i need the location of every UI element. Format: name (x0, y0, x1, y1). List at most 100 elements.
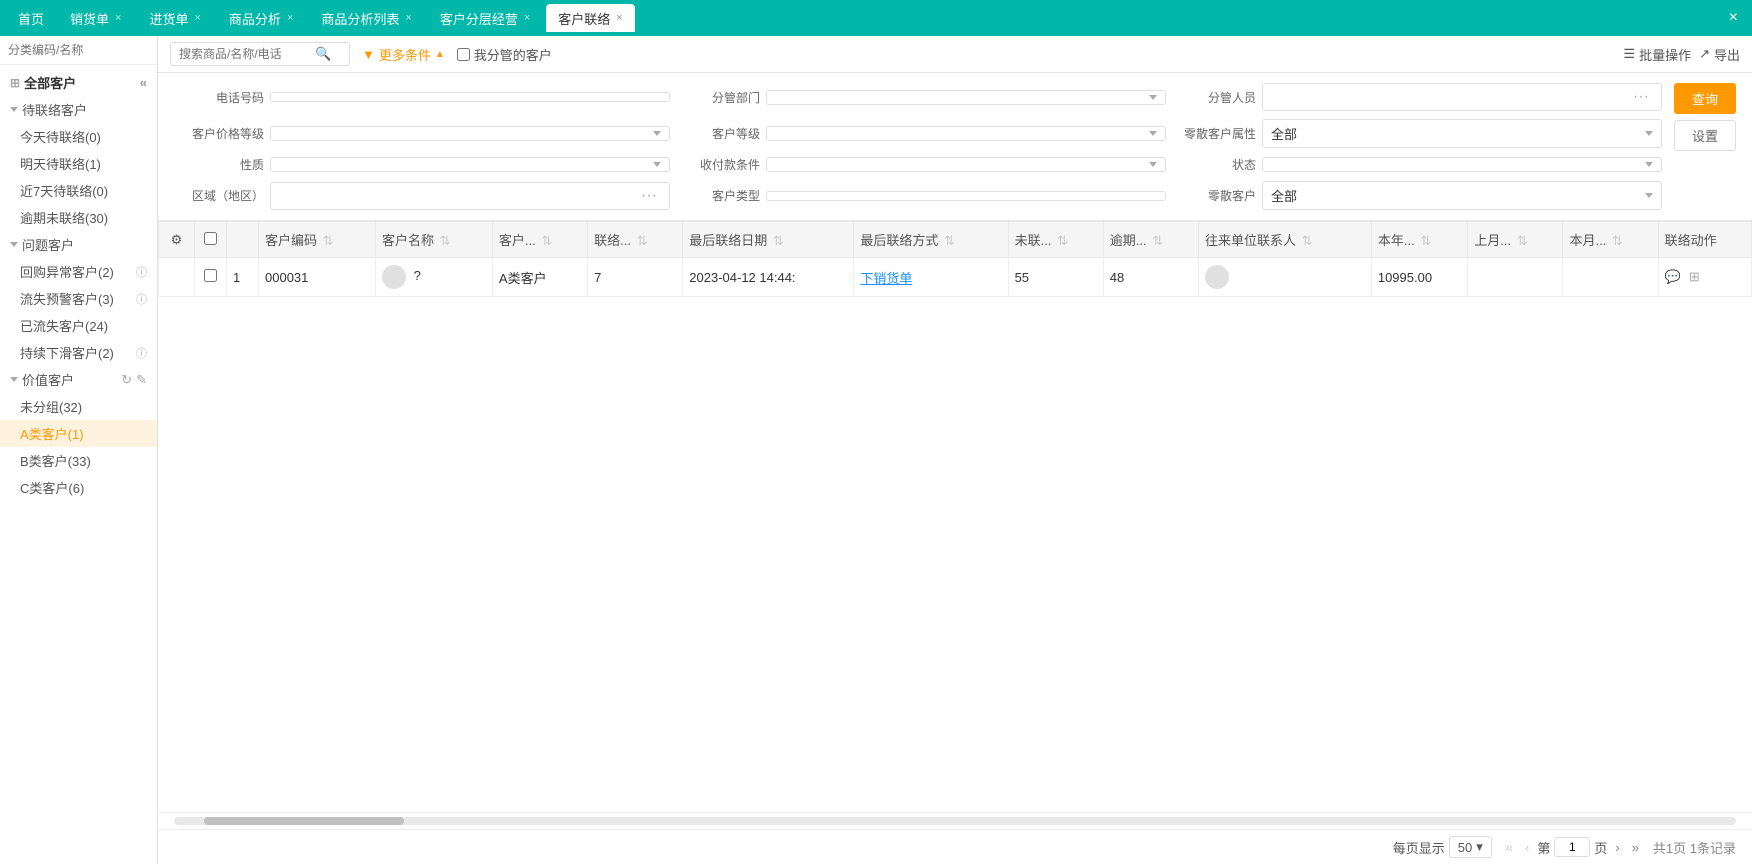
sidebar-section-problem[interactable]: 问题客户 (0, 231, 157, 258)
horizontal-scrollbar[interactable] (174, 817, 1736, 825)
more-filters-btn[interactable]: ▼ 更多条件 ▲ (362, 45, 445, 64)
sidebar-collapse-icon[interactable]: « (140, 75, 147, 90)
filter-search-input[interactable] (179, 47, 309, 61)
col-contact[interactable]: 联络... ⇅ (588, 222, 683, 258)
last-contact-method-link[interactable]: 下销货单 (860, 271, 912, 286)
first-page-btn[interactable]: « (1502, 838, 1517, 857)
more-action-icon[interactable]: ⊞ (1689, 269, 1700, 285)
sidebar-item-class-b[interactable]: B类客户(33) (0, 447, 157, 474)
tab-goods-analysis-list[interactable]: 商品分析列表 × (309, 4, 423, 32)
tab-goods-analysis-list-close[interactable]: × (405, 12, 411, 24)
sidebar-item-loss-risk[interactable]: 流失预警客户(3) ⓘ (0, 285, 157, 312)
gear-icon[interactable]: ⚙ (171, 232, 183, 247)
tab-customer-contact[interactable]: 客户联络 × (546, 4, 634, 32)
payment-input[interactable] (766, 157, 1166, 172)
cell-checkbox[interactable] (195, 258, 227, 297)
tab-goods-analysis-close[interactable]: × (287, 12, 293, 24)
col-this-month[interactable]: 本月... ⇅ (1563, 222, 1658, 258)
tab-purchase[interactable]: 进货单 × (137, 4, 212, 32)
person-label: 分管人员 (1166, 89, 1256, 106)
col-last-contact-method[interactable]: 最后联络方式 ⇅ (854, 222, 1008, 258)
sidebar-item-near7days[interactable]: 近7天待联络(0) (0, 177, 157, 204)
col-overdue[interactable]: 逾期... ⇅ (1103, 222, 1198, 258)
page-input[interactable] (1554, 837, 1590, 857)
scattered-attr-input[interactable]: 全部 (1262, 119, 1662, 148)
tab-customer-segment[interactable]: 客户分层经营 × (428, 4, 542, 32)
sidebar-item-repeat-buy-abnormal[interactable]: 回购异常客户(2) ⓘ (0, 258, 157, 285)
col-this-year[interactable]: 本年... ⇅ (1371, 222, 1467, 258)
col-customer-name[interactable]: 客户名称 ⇅ (375, 222, 492, 258)
refresh-icon[interactable]: ↻ (121, 372, 132, 388)
region-dots[interactable]: ··· (637, 187, 661, 205)
page-label-after: 页 (1594, 838, 1607, 857)
sidebar-section-value[interactable]: 价值客户 ↻ ✎ (0, 366, 157, 393)
col-this-year-label: 本年... (1378, 233, 1415, 248)
page-size-box[interactable]: 50 ▾ (1449, 836, 1492, 858)
setting-button[interactable]: 设置 (1674, 120, 1736, 151)
scrollbar-thumb[interactable] (204, 817, 404, 825)
col-gear[interactable]: ⚙ (159, 222, 195, 258)
tab-purchase-close[interactable]: × (194, 12, 200, 24)
tab-goods-analysis[interactable]: 商品分析 × (217, 4, 305, 32)
sidebar-item-unclassified[interactable]: 未分组(32) (0, 393, 157, 420)
level-input[interactable] (766, 126, 1166, 141)
chat-icon[interactable]: 💬 (1665, 269, 1681, 285)
level-arrow (1149, 131, 1157, 136)
col-last-contact-date[interactable]: 最后联络日期 ⇅ (683, 222, 854, 258)
sidebar-item-today[interactable]: 今天待联络(0) (0, 123, 157, 150)
home-tab[interactable]: 首页 (8, 4, 54, 32)
sidebar-item-tomorrow[interactable]: 明天待联络(1) (0, 150, 157, 177)
tab-sales[interactable]: 销货单 × (58, 4, 133, 32)
col-company-contact[interactable]: 往来单位联系人 ⇅ (1198, 222, 1371, 258)
col-row-num (227, 222, 259, 258)
scattered-input[interactable]: 全部 (1262, 181, 1662, 210)
nature-input[interactable] (270, 157, 670, 172)
tab-goods-analysis-list-label: 商品分析列表 (321, 9, 399, 28)
edit-icon[interactable]: ✎ (136, 372, 147, 388)
more-filters-arrow: ▲ (435, 49, 445, 60)
query-button[interactable]: 查询 (1674, 83, 1736, 114)
sidebar-item-class-c[interactable]: C类客户(6) (0, 474, 157, 501)
col-checkbox[interactable] (195, 222, 227, 258)
next-page-btn[interactable]: › (1611, 838, 1623, 857)
filter-cell-scattered: 零散客户 全部 (1166, 181, 1662, 210)
my-customers-checkbox[interactable] (457, 48, 470, 61)
export-button[interactable]: ↗ 导出 (1699, 45, 1740, 64)
phone-input[interactable] (270, 92, 670, 102)
status-input[interactable] (1262, 157, 1662, 172)
class-c-label: C类客户(6) (20, 478, 84, 497)
scattered-arrow (1645, 193, 1653, 198)
cell-this-month (1563, 258, 1658, 297)
tab-customer-contact-close[interactable]: × (616, 12, 622, 24)
select-all-checkbox[interactable] (204, 232, 217, 245)
person-input[interactable]: ··· (1262, 83, 1662, 111)
sidebar-item-continuous-down[interactable]: 持续下滑客户(2) ⓘ (0, 339, 157, 366)
filter-search-icon[interactable]: 🔍 (315, 46, 331, 62)
col-last-month[interactable]: 上月... ⇅ (1468, 222, 1563, 258)
prev-page-btn[interactable]: ‹ (1521, 838, 1533, 857)
person-dots[interactable]: ··· (1629, 88, 1653, 106)
cell-last-contact-method[interactable]: 下销货单 (854, 258, 1008, 297)
row-checkbox[interactable] (204, 269, 217, 282)
col-no-contact[interactable]: 未联... ⇅ (1008, 222, 1103, 258)
region-input[interactable]: ··· (270, 182, 670, 210)
sidebar-item-class-a[interactable]: A类客户(1) (0, 420, 157, 447)
dept-input[interactable] (766, 90, 1166, 105)
close-all-button[interactable]: × (1723, 9, 1744, 27)
col-contact-action[interactable]: 联络动作 (1658, 222, 1751, 258)
tab-customer-segment-close[interactable]: × (524, 12, 530, 24)
customer-table: ⚙ 客户编码 ⇅ 客户名称 ⇅ (158, 221, 1752, 297)
customer-type-input[interactable] (766, 191, 1166, 201)
price-level-input[interactable] (270, 126, 670, 141)
col-customer-type[interactable]: 客户... ⇅ (492, 222, 587, 258)
filter-cell-level: 客户等级 (670, 125, 1166, 142)
col-customer-code[interactable]: 客户编码 ⇅ (259, 222, 376, 258)
batch-op-button[interactable]: ☰ 批量操作 (1623, 45, 1691, 64)
last-page-btn[interactable]: » (1628, 838, 1643, 857)
sidebar-section-pending-contact[interactable]: 待联络客户 (0, 96, 157, 123)
sidebar-search-input[interactable] (8, 43, 158, 57)
tab-sales-close[interactable]: × (115, 12, 121, 24)
sidebar-item-already-lost[interactable]: 已流失客户(24) (0, 312, 157, 339)
my-customers-filter[interactable]: 我分管的客户 (457, 45, 552, 64)
sidebar-item-overdue[interactable]: 逾期未联络(30) (0, 204, 157, 231)
